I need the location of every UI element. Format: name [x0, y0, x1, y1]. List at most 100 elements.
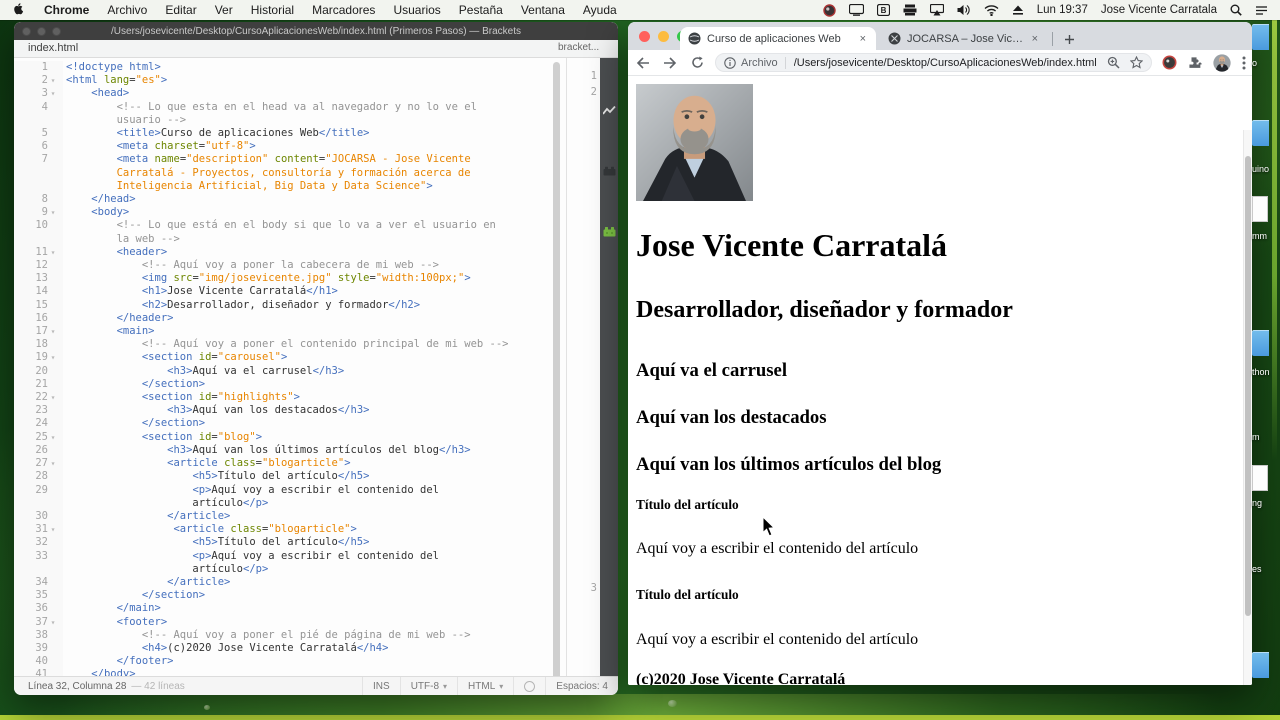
close-button[interactable]: [639, 31, 650, 42]
menu-bar-clock[interactable]: Lun 19:37: [1037, 4, 1088, 16]
volume-icon[interactable]: [957, 4, 971, 16]
notification-center-icon[interactable]: [1255, 5, 1268, 16]
zoom-icon[interactable]: [1107, 56, 1120, 69]
fold-arrow-icon[interactable]: ▾: [48, 616, 58, 629]
desktop-file-icon[interactable]: [1252, 196, 1268, 222]
desktop-folder-icon[interactable]: [1252, 120, 1269, 146]
desktop-file-icon[interactable]: [1252, 465, 1268, 491]
info-icon[interactable]: [724, 56, 736, 69]
profile-avatar[interactable]: [1213, 53, 1231, 72]
apple-menu-icon[interactable]: [14, 3, 26, 17]
puzzle-icon[interactable]: [1188, 56, 1202, 70]
wallpaper-bottom-highlight: [0, 715, 1280, 720]
code-line: 18 <!-- Aquí voy a poner el contenido pr…: [14, 338, 566, 352]
code-line: 32 <h5>Título del artículo</h5>: [14, 536, 566, 550]
address-bar[interactable]: Archivo /Users/josevicente/Desktop/Curso…: [715, 53, 1152, 72]
url-scheme-label: Archivo: [741, 56, 778, 69]
code-line: 33 <p>Aquí voy a escribir el contenido d…: [14, 549, 566, 576]
code-line: 15 <h2>Desarrollador, diseñador y formad…: [14, 298, 566, 312]
page-scrollbar[interactable]: [1243, 130, 1252, 685]
new-tab-button[interactable]: [1060, 30, 1078, 48]
article-body: Aquí voy a escribir el contenido del art…: [636, 540, 919, 557]
fold-arrow-icon[interactable]: ▾: [48, 325, 58, 338]
active-app-name[interactable]: Chrome: [44, 3, 89, 17]
wifi-icon[interactable]: [984, 4, 999, 16]
tab-close-icon[interactable]: ×: [858, 33, 868, 45]
bookmark-star-icon[interactable]: [1130, 56, 1143, 69]
desktop-folder-icon[interactable]: [1252, 24, 1269, 50]
code-line: 29 <p>Aquí voy a escribir el contenido d…: [14, 483, 566, 510]
live-preview-icon[interactable]: [602, 106, 616, 116]
fold-arrow-icon[interactable]: ▾: [48, 391, 58, 404]
tab-jocarsa[interactable]: JOCARSA – Jose Vicente Carra ×: [880, 27, 1048, 50]
tab-curso-de-aplicaciones[interactable]: Curso de aplicaciones Web ×: [680, 27, 876, 50]
fold-arrow-icon[interactable]: ▾: [48, 431, 58, 444]
menu-marcadores[interactable]: Marcadores: [312, 3, 375, 17]
chrome-toolbar: Archivo /Users/josevicente/Desktop/Curso…: [628, 50, 1252, 76]
desktop-folder-icon[interactable]: [1252, 652, 1269, 678]
encoding-select[interactable]: UTF-8: [399, 677, 457, 695]
cursor-position: Línea 32, Columna 28: [28, 680, 127, 692]
eject-icon[interactable]: [1012, 5, 1024, 16]
code-line: 40 </footer>: [14, 655, 566, 669]
menu-archivo[interactable]: Archivo: [107, 3, 147, 17]
kebab-menu-icon[interactable]: [1242, 56, 1246, 70]
section-carousel-heading: Aquí va el carrusel: [636, 360, 788, 381]
desktop-icon-label: uino: [1252, 164, 1270, 174]
menu-usuarios[interactable]: Usuarios: [393, 3, 440, 17]
fold-arrow-icon[interactable]: ▾: [48, 351, 58, 364]
boom-app-icon[interactable]: B: [876, 4, 890, 16]
menu-historial[interactable]: Historial: [251, 3, 294, 17]
extension-adblock-icon[interactable]: [1162, 55, 1177, 70]
reload-icon[interactable]: [685, 51, 709, 75]
desktop-folder-icon[interactable]: [1252, 330, 1269, 356]
page-heading-h2: Desarrollador, diseñador y formador: [636, 297, 1013, 323]
fold-arrow-icon[interactable]: ▾: [48, 206, 58, 219]
menu-bar-user[interactable]: Jose Vicente Carratala: [1101, 4, 1217, 16]
url-text[interactable]: /Users/josevicente/Desktop/CursoAplicaci…: [794, 57, 1107, 69]
page-scrollbar-thumb[interactable]: [1245, 156, 1251, 616]
insert-mode-indicator[interactable]: INS: [362, 677, 400, 695]
menu-pestana[interactable]: Pestaña: [459, 3, 503, 17]
airplay-icon[interactable]: [929, 4, 944, 16]
lint-status[interactable]: [513, 677, 545, 695]
code-line: 13 <img src="img/josevicente.jpg" style=…: [14, 272, 566, 286]
brackets-window-title: /Users/josevicente/Desktop/CursoAplicaci…: [111, 25, 521, 37]
open-file-name[interactable]: index.html: [28, 42, 78, 54]
forward-icon[interactable]: [658, 51, 682, 75]
screen-record-icon[interactable]: [822, 3, 836, 17]
code-line: 7 <meta name="description" content="JOCA…: [14, 153, 566, 194]
back-icon[interactable]: [631, 51, 655, 75]
editor-scrollbar-thumb[interactable]: [553, 62, 560, 676]
extension-lego-icon[interactable]: [603, 226, 616, 237]
code-line: 38 <!-- Aquí voy a poner el pié de págin…: [14, 628, 566, 642]
code-editor[interactable]: 1 <!doctype html> 2 ▾ <html lang="es"> 3 ▾ <he…: [14, 58, 566, 676]
fold-arrow-icon[interactable]: ▾: [48, 87, 58, 100]
minimize-button[interactable]: [658, 31, 669, 42]
menu-ventana[interactable]: Ventana: [521, 3, 565, 17]
right-pane-header[interactable]: bracket...: [558, 42, 610, 53]
fold-arrow-icon[interactable]: ▾: [48, 523, 58, 536]
display-icon[interactable]: [848, 4, 864, 16]
indent-setting[interactable]: Espacios: 4: [545, 677, 618, 695]
fold-arrow-icon[interactable]: ▾: [48, 74, 58, 87]
code-line: 41 </body>: [14, 668, 566, 676]
tab-close-icon[interactable]: ×: [1030, 33, 1040, 45]
code-line: 35 </section>: [14, 589, 566, 603]
section-blog-heading: Aquí van los últimos artículos del blog: [636, 454, 942, 475]
printer-icon[interactable]: [903, 4, 917, 16]
menu-ver[interactable]: Ver: [215, 3, 233, 17]
spotlight-search-icon[interactable]: [1230, 4, 1242, 16]
language-select[interactable]: HTML: [457, 677, 513, 695]
desktop-icon-label: o: [1252, 58, 1258, 68]
brackets-window: /Users/josevicente/Desktop/CursoAplicaci…: [14, 22, 618, 695]
code-line: 30 </article>: [14, 509, 566, 524]
extension-manager-icon[interactable]: [603, 166, 616, 176]
code-line: 28 <h5>Título del artículo</h5>: [14, 470, 566, 484]
brackets-title-bar[interactable]: /Users/josevicente/Desktop/CursoAplicaci…: [14, 22, 618, 40]
fold-arrow-icon[interactable]: ▾: [48, 246, 58, 259]
menu-editar[interactable]: Editar: [165, 3, 196, 17]
menu-ayuda[interactable]: Ayuda: [583, 3, 617, 17]
desktop-icon-label: mm: [1252, 231, 1267, 241]
fold-arrow-icon[interactable]: ▾: [48, 457, 58, 470]
